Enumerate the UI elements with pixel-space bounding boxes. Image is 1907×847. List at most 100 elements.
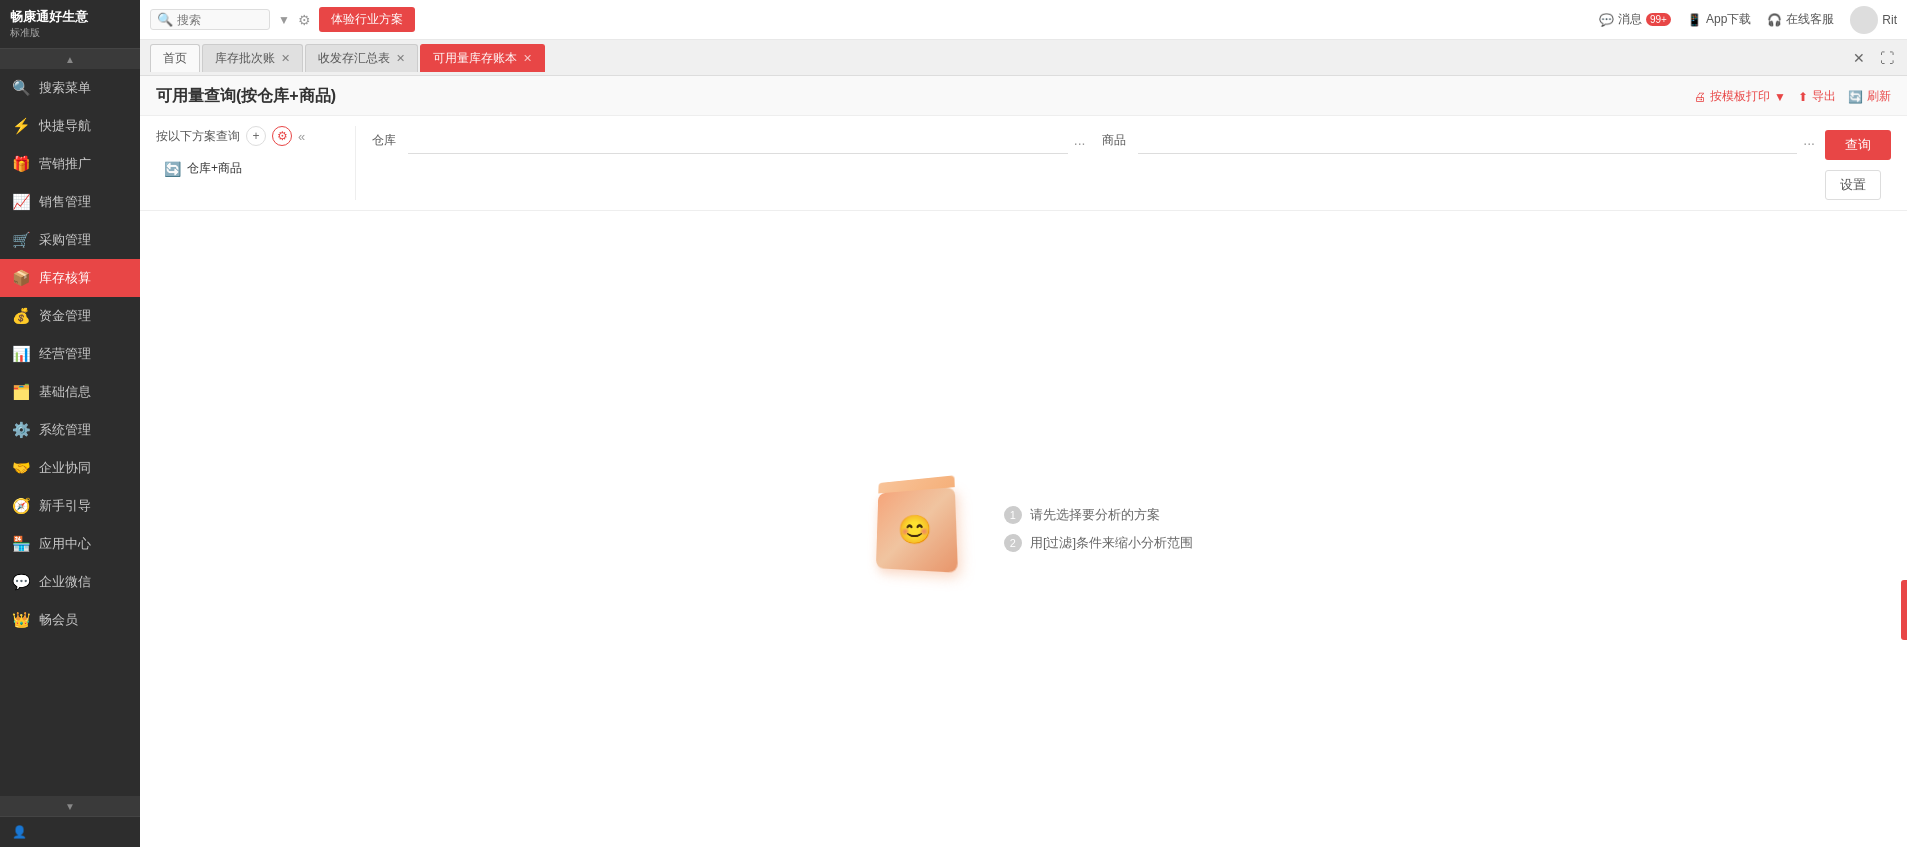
empty-state: 1 请先选择要分析的方案 2 用[过滤]条件来缩小分析范围: [140, 211, 1907, 847]
hint-number-1: 1: [1004, 506, 1022, 524]
trial-btn[interactable]: 体验行业方案: [319, 7, 415, 32]
page-title: 可用量查询(按仓库+商品): [156, 86, 336, 107]
sidebar-item-search[interactable]: 🔍 搜索菜单: [0, 69, 140, 107]
sidebar-item-onboarding[interactable]: 🧭 新手引导: [0, 487, 140, 525]
sidebar-item-sales[interactable]: 📈 销售管理: [0, 183, 140, 221]
finance-icon: 💰: [12, 307, 31, 325]
sidebar-scroll-up[interactable]: ▲: [0, 49, 140, 69]
tabbar: 首页 库存批次账 ✕ 收发存汇总表 ✕ 可用量库存账本 ✕ ✕ ⛶: [140, 40, 1907, 76]
empty-illustration: [854, 469, 974, 589]
sidebar-item-marketing[interactable]: 🎁 营销推广: [0, 145, 140, 183]
add-scheme-btn[interactable]: +: [246, 126, 266, 146]
tab-close-window-btn[interactable]: ✕: [1847, 46, 1871, 70]
topbar-message[interactable]: 💬 消息 99+: [1599, 11, 1671, 28]
topbar-right: 💬 消息 99+ 📱 App下载 🎧 在线客服 Rit: [1599, 6, 1897, 34]
main-area: 🔍 ▼ ⚙ 体验行业方案 💬 消息 99+ 📱 App下载 🎧 在线客服 Rit: [140, 0, 1907, 847]
print-icon: 🖨: [1694, 90, 1706, 104]
query-button[interactable]: 查询: [1825, 130, 1891, 160]
tab-receipt-summary[interactable]: 收发存汇总表 ✕: [305, 44, 418, 72]
scheme-header: 按以下方案查询 + ⚙ «: [156, 126, 345, 146]
tab-close-batch-ledger[interactable]: ✕: [281, 52, 290, 65]
topbar-avatar: [1850, 6, 1878, 34]
add-icon: +: [252, 129, 259, 143]
right-edge-indicator: [1901, 580, 1907, 640]
topbar-user[interactable]: Rit: [1850, 6, 1897, 34]
marketing-icon: 🎁: [12, 155, 31, 173]
headset-icon: 🎧: [1767, 13, 1782, 27]
topbar-search-input[interactable]: [177, 13, 257, 27]
enterprise-icon: 🤝: [12, 459, 31, 477]
settings-circle-icon: ⚙: [277, 129, 288, 143]
purchase-icon: 🛒: [12, 231, 31, 249]
sidebar-item-member[interactable]: 👑 畅会员: [0, 601, 140, 639]
page-header: 可用量查询(按仓库+商品) 🖨 按模板打印 ▼ ⬆ 导出 🔄 刷新: [140, 76, 1907, 116]
refresh-btn[interactable]: 🔄 刷新: [1848, 88, 1891, 105]
sidebar-item-enterprise[interactable]: 🤝 企业协同: [0, 449, 140, 487]
tabbar-actions: ✕ ⛶: [1847, 46, 1907, 70]
topbar-gear-icon[interactable]: ⚙: [298, 12, 311, 28]
product-more-btn[interactable]: ...: [1803, 132, 1815, 148]
empty-box-graphic: [876, 487, 958, 573]
sidebar-item-system[interactable]: ⚙️ 系统管理: [0, 411, 140, 449]
sidebar-item-finance[interactable]: 💰 资金管理: [0, 297, 140, 335]
content-area: 可用量查询(按仓库+商品) 🖨 按模板打印 ▼ ⬆ 导出 🔄 刷新: [140, 76, 1907, 847]
sidebar-item-inventory[interactable]: 📦 库存核算: [0, 259, 140, 297]
sidebar-item-shortcut[interactable]: ⚡ 快捷导航: [0, 107, 140, 145]
refresh-icon: 🔄: [1848, 90, 1863, 104]
settings-button[interactable]: 设置: [1825, 170, 1881, 200]
tab-home[interactable]: 首页: [150, 44, 200, 72]
page-actions: 🖨 按模板打印 ▼ ⬆ 导出 🔄 刷新: [1694, 88, 1891, 105]
filter-warehouse: 仓库 ...: [372, 126, 1086, 154]
sidebar-user-area[interactable]: 👤: [0, 816, 140, 847]
wechat-icon: 💬: [12, 573, 31, 591]
sidebar-item-purchase[interactable]: 🛒 采购管理: [0, 221, 140, 259]
sidebar-scroll-down[interactable]: ▼: [0, 796, 140, 816]
product-input[interactable]: [1138, 126, 1798, 154]
warehouse-more-btn[interactable]: ...: [1074, 132, 1086, 148]
topbar: 🔍 ▼ ⚙ 体验行业方案 💬 消息 99+ 📱 App下载 🎧 在线客服 Rit: [140, 0, 1907, 40]
query-area: 按以下方案查询 + ⚙ « 🔄 仓库+商品: [140, 116, 1907, 211]
tab-close-available-ledger[interactable]: ✕: [523, 52, 532, 65]
tab-available-ledger[interactable]: 可用量库存账本 ✕: [420, 44, 545, 72]
empty-hints: 1 请先选择要分析的方案 2 用[过滤]条件来缩小分析范围: [1004, 506, 1193, 552]
onboarding-icon: 🧭: [12, 497, 31, 515]
empty-hint-1: 1 请先选择要分析的方案: [1004, 506, 1193, 524]
sales-icon: 📈: [12, 193, 31, 211]
tab-batch-ledger[interactable]: 库存批次账 ✕: [202, 44, 303, 72]
filter-row-1: 仓库 ... 商品 ...: [372, 126, 1815, 154]
sidebar-nav: 🔍 搜索菜单 ⚡ 快捷导航 🎁 营销推广 📈 销售管理 🛒 采购管理 📦 库存核…: [0, 69, 140, 796]
scheme-settings-btn[interactable]: ⚙: [272, 126, 292, 146]
tab-expand-btn[interactable]: ⛶: [1875, 46, 1899, 70]
scheme-item-warehouse-product[interactable]: 🔄 仓库+商品: [156, 154, 345, 183]
sidebar-item-basic-info[interactable]: 🗂️ 基础信息: [0, 373, 140, 411]
topbar-customer-service[interactable]: 🎧 在线客服: [1767, 11, 1834, 28]
query-scheme-panel: 按以下方案查询 + ⚙ « 🔄 仓库+商品: [156, 126, 356, 200]
sidebar-item-app-center[interactable]: 🏪 应用中心: [0, 525, 140, 563]
tab-close-receipt-summary[interactable]: ✕: [396, 52, 405, 65]
topbar-search-icon: 🔍: [157, 12, 173, 27]
export-icon: ⬆: [1798, 90, 1808, 104]
message-icon: 💬: [1599, 13, 1614, 27]
basic-info-icon: 🗂️: [12, 383, 31, 401]
message-badge: 99+: [1646, 13, 1671, 26]
product-label: 商品: [1102, 132, 1132, 149]
empty-hint-2: 2 用[过滤]条件来缩小分析范围: [1004, 534, 1193, 552]
warehouse-input[interactable]: [408, 126, 1068, 154]
app-center-icon: 🏪: [12, 535, 31, 553]
sidebar-logo: 畅康通好生意 标准版: [0, 0, 140, 49]
collapse-scheme-btn[interactable]: «: [298, 129, 305, 144]
export-btn[interactable]: ⬆ 导出: [1798, 88, 1836, 105]
query-buttons: 查询 设置: [1815, 126, 1891, 200]
query-filter-fields: 仓库 ... 商品 ...: [356, 126, 1815, 200]
sidebar-item-wechat[interactable]: 💬 企业微信: [0, 563, 140, 601]
user-avatar-icon: 👤: [12, 825, 27, 839]
print-btn[interactable]: 🖨 按模板打印 ▼: [1694, 88, 1786, 105]
scheme-rotate-icon: 🔄: [164, 161, 181, 177]
topbar-app-download[interactable]: 📱 App下载: [1687, 11, 1751, 28]
hint-number-2: 2: [1004, 534, 1022, 552]
filter-product: 商品 ...: [1102, 126, 1816, 154]
sidebar-item-operations[interactable]: 📊 经营管理: [0, 335, 140, 373]
topbar-chevron-icon[interactable]: ▼: [278, 13, 290, 27]
search-icon: 🔍: [12, 79, 31, 97]
topbar-search-box[interactable]: 🔍: [150, 9, 270, 30]
